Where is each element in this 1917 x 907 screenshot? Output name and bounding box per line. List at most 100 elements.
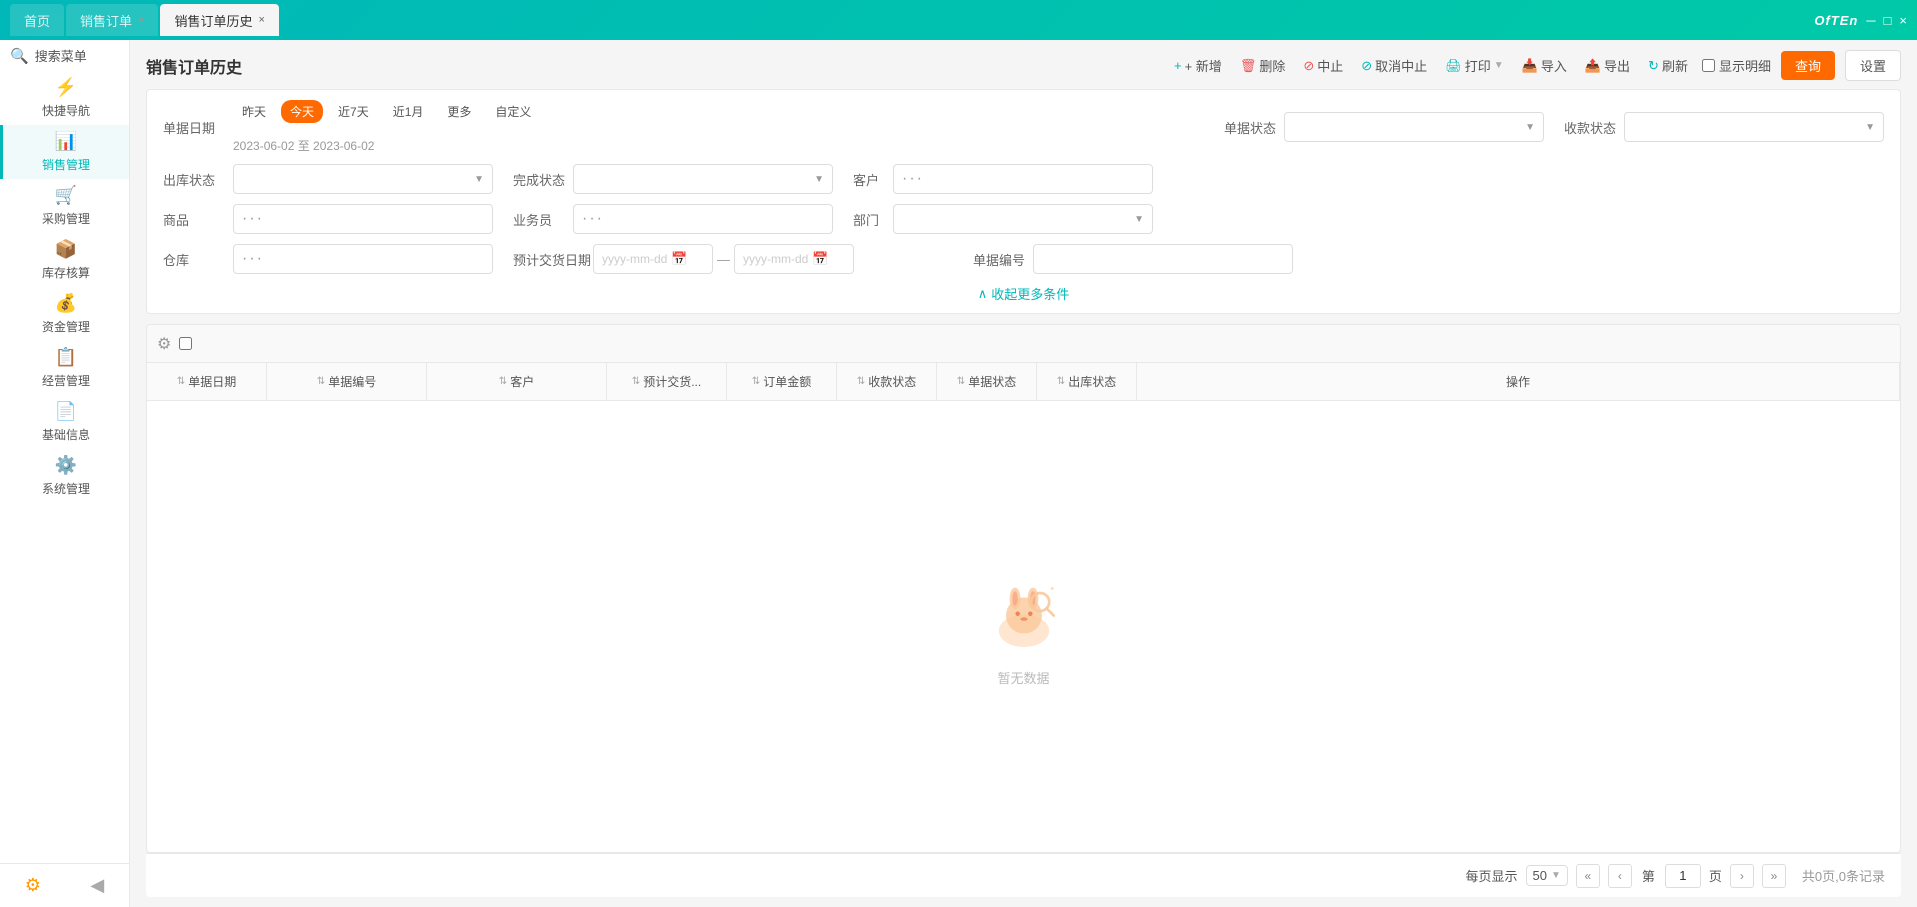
export-button[interactable]: 📤 导出 (1581, 54, 1634, 77)
customer-input[interactable]: ··· (893, 164, 1153, 194)
current-page-input[interactable]: 1 (1665, 864, 1701, 888)
product-input[interactable]: ··· (233, 204, 493, 234)
display-detail-checkbox[interactable] (1702, 59, 1715, 72)
date-7days-btn[interactable]: 近7天 (329, 100, 378, 123)
delivery-date-end[interactable]: yyyy-mm-dd 📅 (734, 244, 854, 274)
last-page-button[interactable]: » (1762, 864, 1786, 888)
calendar-start-icon: 📅 (671, 251, 687, 267)
date-group: 昨天 今天 近7天 近1月 更多 自定义 2023-06-02 至 2023-0… (233, 100, 1194, 154)
window-minimize-icon[interactable]: ─ (1866, 13, 1875, 28)
tab-home[interactable]: 首页 (10, 4, 64, 36)
payment-status-select[interactable]: ▼ (1624, 112, 1884, 142)
bill-no-input[interactable] (1033, 244, 1293, 274)
import-button[interactable]: 📥 导入 (1518, 54, 1571, 77)
empty-text: 暂无数据 (997, 668, 1049, 687)
sidebar-item-system-label: 系统管理 (42, 480, 90, 497)
calendar-end-icon: 📅 (812, 251, 828, 267)
sidebar-item-quick-nav[interactable]: ⚡ 快捷导航 (0, 71, 129, 125)
tab-sales-order-close[interactable]: × (138, 14, 144, 26)
delete-icon: 🗑 (1240, 58, 1257, 74)
query-button[interactable]: 查询 (1781, 51, 1835, 80)
cancel-stop-button[interactable]: ⊘ 取消中止 (1357, 54, 1431, 77)
complete-status-select[interactable]: ▼ (573, 164, 833, 194)
sidebar-settings-icon[interactable]: ⚙ (25, 875, 41, 896)
sidebar-item-system[interactable]: ⚙️ 系统管理 (0, 449, 129, 503)
window-close-icon[interactable]: × (1899, 13, 1907, 28)
table-body: ✦ · · 暂无数据 (147, 401, 1900, 852)
sidebar-item-purchase-mgmt[interactable]: 🛒 采购管理 (0, 179, 129, 233)
last-page-icon: » (1771, 869, 1778, 883)
delivery-date-group: yyyy-mm-dd 📅 — yyyy-mm-dd 📅 (593, 244, 953, 274)
dept-select[interactable]: ▼ (893, 204, 1153, 234)
dept-label: 部门 (853, 210, 893, 229)
table-settings-icon[interactable]: ⚙ (157, 334, 171, 354)
bill-status-select[interactable]: ▼ (1284, 112, 1544, 142)
sidebar-item-inventory[interactable]: 📦 库存核算 (0, 233, 129, 287)
search-menu[interactable]: 🔍 搜索菜单 (0, 40, 129, 71)
sales-mgmt-icon: 📊 (55, 131, 77, 152)
bill-status-label: 单据状态 (1224, 118, 1284, 137)
th-pay-status-sort-icon: ⇅ (857, 376, 865, 387)
page-size-select[interactable]: 50 ▼ (1526, 865, 1568, 886)
warehouse-input[interactable]: ··· (233, 244, 493, 274)
export-icon: 📤 (1585, 58, 1601, 74)
svg-text:✦: ✦ (1049, 584, 1055, 593)
empty-illustration: ✦ · · (974, 566, 1074, 656)
sidebar-item-operations[interactable]: 📋 经营管理 (0, 341, 129, 395)
brand-label: OfTEn (1814, 13, 1858, 28)
th-pay-status: ⇅ 收款状态 (837, 363, 937, 400)
empty-svg: ✦ · · (979, 566, 1069, 656)
main-layout: 🔍 搜索菜单 ⚡ 快捷导航 📊 销售管理 🛒 采购管理 📦 库存核算 💰 资金管… (0, 40, 1917, 907)
sales-rep-input[interactable]: ··· (573, 204, 833, 234)
th-bill-status: ⇅ 单据状态 (937, 363, 1037, 400)
date-custom-btn[interactable]: 自定义 (486, 100, 540, 123)
out-status-select[interactable]: ▼ (233, 164, 493, 194)
sales-rep-label: 业务员 (513, 210, 573, 229)
top-right-area: OfTEn ─ □ × (1814, 13, 1907, 28)
sidebar-item-sales-mgmt-label: 销售管理 (42, 156, 90, 173)
print-button[interactable]: 🖨 打印 ▼ (1441, 54, 1507, 77)
complete-status-label: 完成状态 (513, 170, 573, 189)
filter-area: 单据日期 昨天 今天 近7天 近1月 更多 自定义 2023-06-02 至 2… (146, 89, 1901, 314)
sidebar-item-finance[interactable]: 💰 资金管理 (0, 287, 129, 341)
warehouse-label: 仓库 (163, 250, 233, 269)
prev-page-button[interactable]: ‹ (1608, 864, 1632, 888)
delete-button[interactable]: 🗑 删除 (1236, 54, 1290, 77)
th-out-status-label: 出库状态 (1068, 373, 1116, 390)
payment-status-label: 收款状态 (1564, 118, 1624, 137)
th-amount-sort-icon: ⇅ (752, 376, 760, 387)
filter-row-3: 商品 ··· 业务员 ··· 部门 ▼ (163, 204, 1884, 234)
import-label: 导入 (1541, 56, 1567, 75)
display-detail-checkbox-wrapper[interactable]: 显示明细 (1702, 56, 1771, 75)
stop-button[interactable]: ⊘ 中止 (1299, 54, 1347, 77)
sidebar-item-sales-mgmt[interactable]: 📊 销售管理 (0, 125, 129, 179)
delivery-date-start[interactable]: yyyy-mm-dd 📅 (593, 244, 713, 274)
tab-sales-order[interactable]: 销售订单 × (66, 4, 158, 36)
refresh-button[interactable]: ↻ 刷新 (1644, 54, 1692, 77)
th-out-status: ⇅ 出库状态 (1037, 363, 1137, 400)
filter-row-2: 出库状态 ▼ 完成状态 ▼ 客户 ··· (163, 164, 1884, 194)
tab-sales-order-history[interactable]: 销售订单历史 × (160, 4, 278, 36)
total-label: 共0页,0条记录 (1802, 866, 1885, 885)
refresh-icon: ↻ (1648, 58, 1659, 74)
sidebar-item-basic-info[interactable]: 📄 基础信息 (0, 395, 129, 449)
select-all-checkbox[interactable] (179, 337, 192, 350)
tab-sales-order-history-close[interactable]: × (258, 14, 264, 26)
collapse-button[interactable]: ∧ 收起更多条件 (163, 284, 1884, 303)
delivery-start-placeholder: yyyy-mm-dd (602, 252, 667, 266)
settings-button[interactable]: 设置 (1845, 50, 1901, 81)
th-no-sort-icon: ⇅ (317, 376, 325, 387)
first-page-button[interactable]: « (1576, 864, 1600, 888)
add-button[interactable]: + + 新增 (1170, 54, 1226, 77)
date-yesterday-btn[interactable]: 昨天 (233, 100, 275, 123)
th-delivery-label: 预计交货... (643, 373, 701, 390)
window-maximize-icon[interactable]: □ (1884, 13, 1892, 28)
date-more-btn[interactable]: 更多 (438, 100, 480, 123)
sidebar-volume-icon[interactable]: ◀ (90, 875, 104, 896)
date-today-btn[interactable]: 今天 (281, 100, 323, 123)
cancel-stop-label: 取消中止 (1375, 56, 1427, 75)
next-page-button[interactable]: › (1730, 864, 1754, 888)
date-1month-btn[interactable]: 近1月 (384, 100, 433, 123)
bill-no-label: 单据编号 (973, 250, 1033, 269)
page-label: 页 (1709, 866, 1722, 885)
